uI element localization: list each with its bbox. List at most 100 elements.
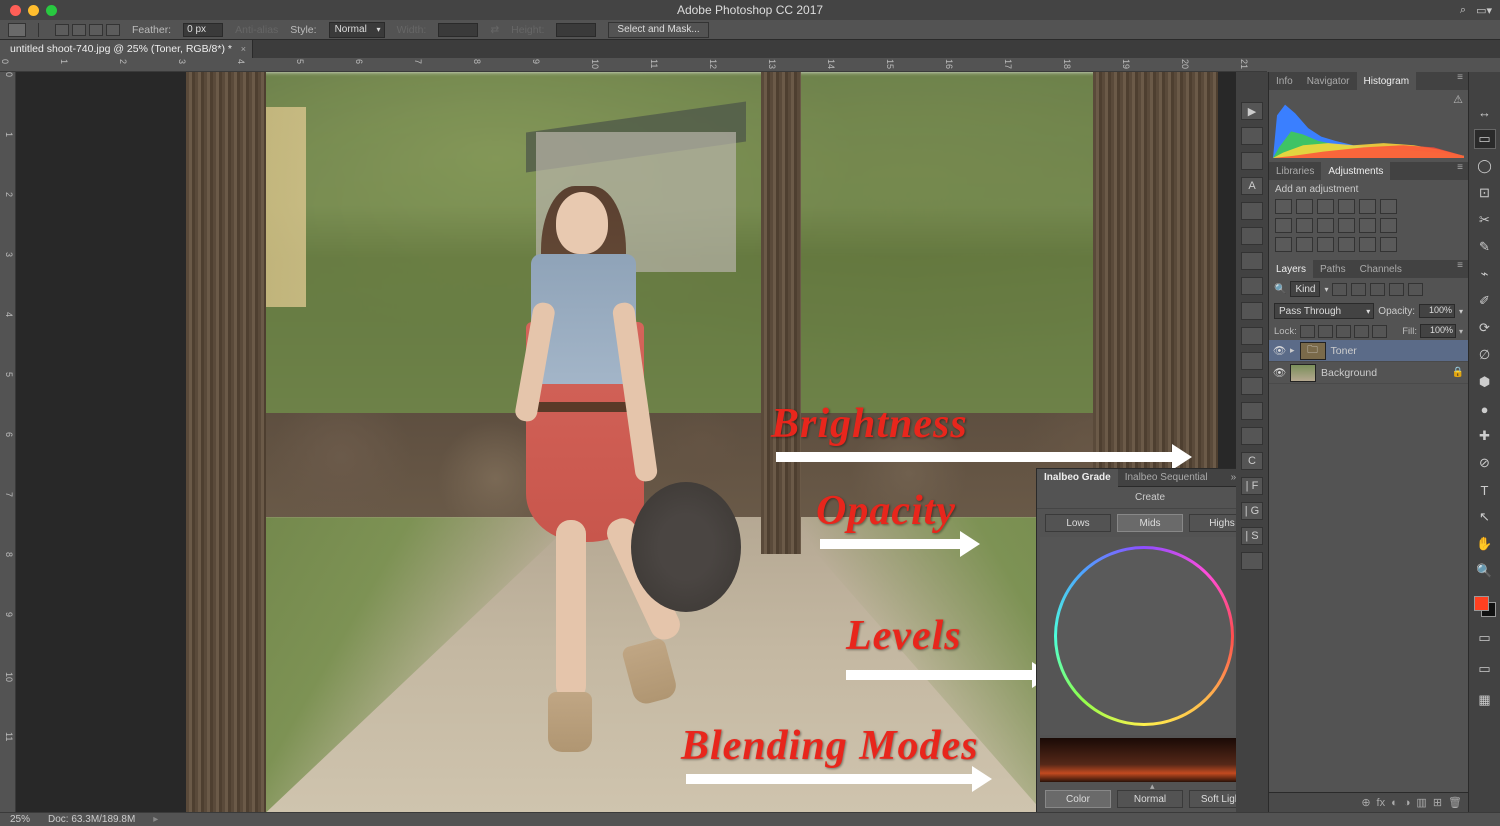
- layer-action-icon[interactable]: ⊞: [1433, 796, 1442, 809]
- layer-thumbnail[interactable]: [1290, 364, 1316, 382]
- adjustment-preset-icon[interactable]: [1317, 218, 1334, 233]
- adjustment-preset-icon[interactable]: [1338, 218, 1355, 233]
- adjustment-preset-icon[interactable]: [1317, 237, 1334, 252]
- tab-adjustments[interactable]: Adjustments: [1321, 162, 1390, 180]
- adjustment-preset-icon[interactable]: [1359, 218, 1376, 233]
- tool-icon[interactable]: ▭: [1474, 129, 1496, 149]
- tool-icon[interactable]: ⟳: [1474, 318, 1496, 338]
- tool-icon[interactable]: ●: [1474, 399, 1496, 419]
- select-and-mask-button[interactable]: Select and Mask...: [608, 22, 708, 38]
- lock-all-icon[interactable]: [1372, 325, 1387, 338]
- tool-icon[interactable]: ↖: [1474, 507, 1496, 527]
- add-selection-icon[interactable]: [72, 24, 86, 36]
- color-wheel[interactable]: [1054, 546, 1234, 726]
- lock-artboard-icon[interactable]: [1354, 325, 1369, 338]
- collapsed-panel-icon[interactable]: [1241, 427, 1263, 445]
- document-tab[interactable]: untitled shoot-740.jpg @ 25% (Toner, RGB…: [0, 40, 253, 58]
- layer-background[interactable]: 👁 Background 🔒: [1269, 362, 1468, 384]
- levels-display[interactable]: [1040, 738, 1236, 782]
- tab-libraries[interactable]: Libraries: [1269, 162, 1321, 180]
- tool-icon[interactable]: ↔: [1474, 102, 1496, 122]
- expand-icon[interactable]: ▸: [1290, 345, 1295, 356]
- visibility-icon[interactable]: 👁: [1273, 344, 1285, 357]
- mode-color[interactable]: Color: [1045, 790, 1111, 808]
- collapsed-panel-icon[interactable]: C: [1241, 452, 1263, 470]
- collapsed-panel-icon[interactable]: [1241, 252, 1263, 270]
- fill-input[interactable]: 100%: [1420, 324, 1456, 338]
- collapsed-panel-icon[interactable]: [1241, 277, 1263, 295]
- minimize-window-icon[interactable]: [28, 5, 39, 16]
- kind-select[interactable]: Kind: [1290, 281, 1320, 297]
- subtract-selection-icon[interactable]: [89, 24, 103, 36]
- adjustment-preset-icon[interactable]: [1275, 199, 1292, 214]
- tool-icon[interactable]: ◯: [1474, 156, 1496, 176]
- tab-paths[interactable]: Paths: [1313, 260, 1353, 278]
- collapsed-panel-icon[interactable]: [1241, 202, 1263, 220]
- foreground-color[interactable]: [1474, 596, 1489, 611]
- adjustment-preset-icon[interactable]: [1296, 237, 1313, 252]
- tool-preset-icon[interactable]: [8, 23, 26, 37]
- color-wheel-area[interactable]: [1040, 537, 1236, 735]
- doc-size[interactable]: Doc: 63.3M/189.8M: [48, 814, 135, 825]
- screen-mode-icon[interactable]: ▦: [1474, 690, 1496, 710]
- collapse-icon[interactable]: »: [1224, 469, 1236, 487]
- tool-icon[interactable]: ✎: [1474, 237, 1496, 257]
- lock-transparent-icon[interactable]: [1300, 325, 1315, 338]
- panel-menu-icon[interactable]: ≡: [1452, 260, 1468, 278]
- canvas[interactable]: Brightness Opacity Levels Blending Modes…: [16, 72, 1236, 812]
- tab-inalbeo-sequential[interactable]: Inalbeo Sequential: [1118, 469, 1215, 487]
- status-arrow-icon[interactable]: ▸: [153, 814, 158, 825]
- create-button[interactable]: Create: [1037, 487, 1236, 509]
- mode-softlight[interactable]: Soft Light: [1189, 790, 1236, 808]
- layer-action-icon[interactable]: ◐: [1391, 797, 1398, 809]
- adjustment-preset-icon[interactable]: [1359, 237, 1376, 252]
- collapsed-panel-icon[interactable]: [1241, 402, 1263, 420]
- layer-toner[interactable]: 👁 ▸ 🗀 Toner: [1269, 340, 1468, 362]
- tool-icon[interactable]: 🔍: [1474, 561, 1496, 581]
- filter-adj-icon[interactable]: [1351, 283, 1366, 296]
- tool-icon[interactable]: ⌁: [1474, 264, 1496, 284]
- collapsed-panel-icon[interactable]: | F: [1241, 477, 1263, 495]
- collapsed-panel-icon[interactable]: [1241, 352, 1263, 370]
- wheel-cursor[interactable]: [1202, 628, 1212, 638]
- adjustment-preset-icon[interactable]: [1275, 218, 1292, 233]
- tab-navigator[interactable]: Navigator: [1300, 72, 1357, 90]
- panel-menu-icon[interactable]: ≡: [1452, 162, 1468, 180]
- collapsed-panel-icon[interactable]: ▶: [1241, 102, 1263, 120]
- maximize-window-icon[interactable]: [46, 5, 57, 16]
- tool-icon[interactable]: ⊘: [1474, 453, 1496, 473]
- kind-filter-icon[interactable]: 🔍: [1274, 284, 1286, 295]
- filter-pixel-icon[interactable]: [1332, 283, 1347, 296]
- mids-button[interactable]: Mids: [1117, 514, 1183, 532]
- lows-button[interactable]: Lows: [1045, 514, 1111, 532]
- panel-menu-icon[interactable]: ≡: [1452, 72, 1468, 90]
- collapsed-panel-icon[interactable]: [1241, 127, 1263, 145]
- collapsed-panel-icon[interactable]: [1241, 377, 1263, 395]
- adjustment-preset-icon[interactable]: [1275, 237, 1292, 252]
- color-swatches[interactable]: [1474, 596, 1496, 617]
- layer-name[interactable]: Toner: [1331, 345, 1357, 357]
- close-tab-icon[interactable]: ×: [241, 44, 246, 54]
- new-selection-icon[interactable]: [55, 24, 69, 36]
- layer-action-icon[interactable]: ▥: [1416, 796, 1426, 809]
- lock-position-icon[interactable]: [1336, 325, 1351, 338]
- collapsed-panel-icon[interactable]: | S: [1241, 527, 1263, 545]
- adjustment-preset-icon[interactable]: [1317, 199, 1334, 214]
- collapsed-panel-icon[interactable]: [1241, 302, 1263, 320]
- tool-icon[interactable]: ✂: [1474, 210, 1496, 230]
- tool-icon[interactable]: ✐: [1474, 291, 1496, 311]
- filter-shape-icon[interactable]: [1389, 283, 1404, 296]
- screen-mode-icon[interactable]: ▭: [1474, 659, 1496, 679]
- visibility-icon[interactable]: 👁: [1273, 366, 1285, 379]
- adjustment-preset-icon[interactable]: [1338, 237, 1355, 252]
- layer-action-icon[interactable]: fx: [1377, 797, 1386, 809]
- lock-icon[interactable]: 🔒: [1452, 367, 1464, 378]
- opacity-input[interactable]: 100%: [1419, 304, 1455, 318]
- adjustment-preset-icon[interactable]: [1380, 237, 1397, 252]
- tab-layers[interactable]: Layers: [1269, 260, 1313, 278]
- tool-icon[interactable]: ⊡: [1474, 183, 1496, 203]
- tool-icon[interactable]: ✚: [1474, 426, 1496, 446]
- tool-icon[interactable]: ∅: [1474, 345, 1496, 365]
- adjustment-preset-icon[interactable]: [1296, 199, 1313, 214]
- layer-name[interactable]: Background: [1321, 367, 1377, 379]
